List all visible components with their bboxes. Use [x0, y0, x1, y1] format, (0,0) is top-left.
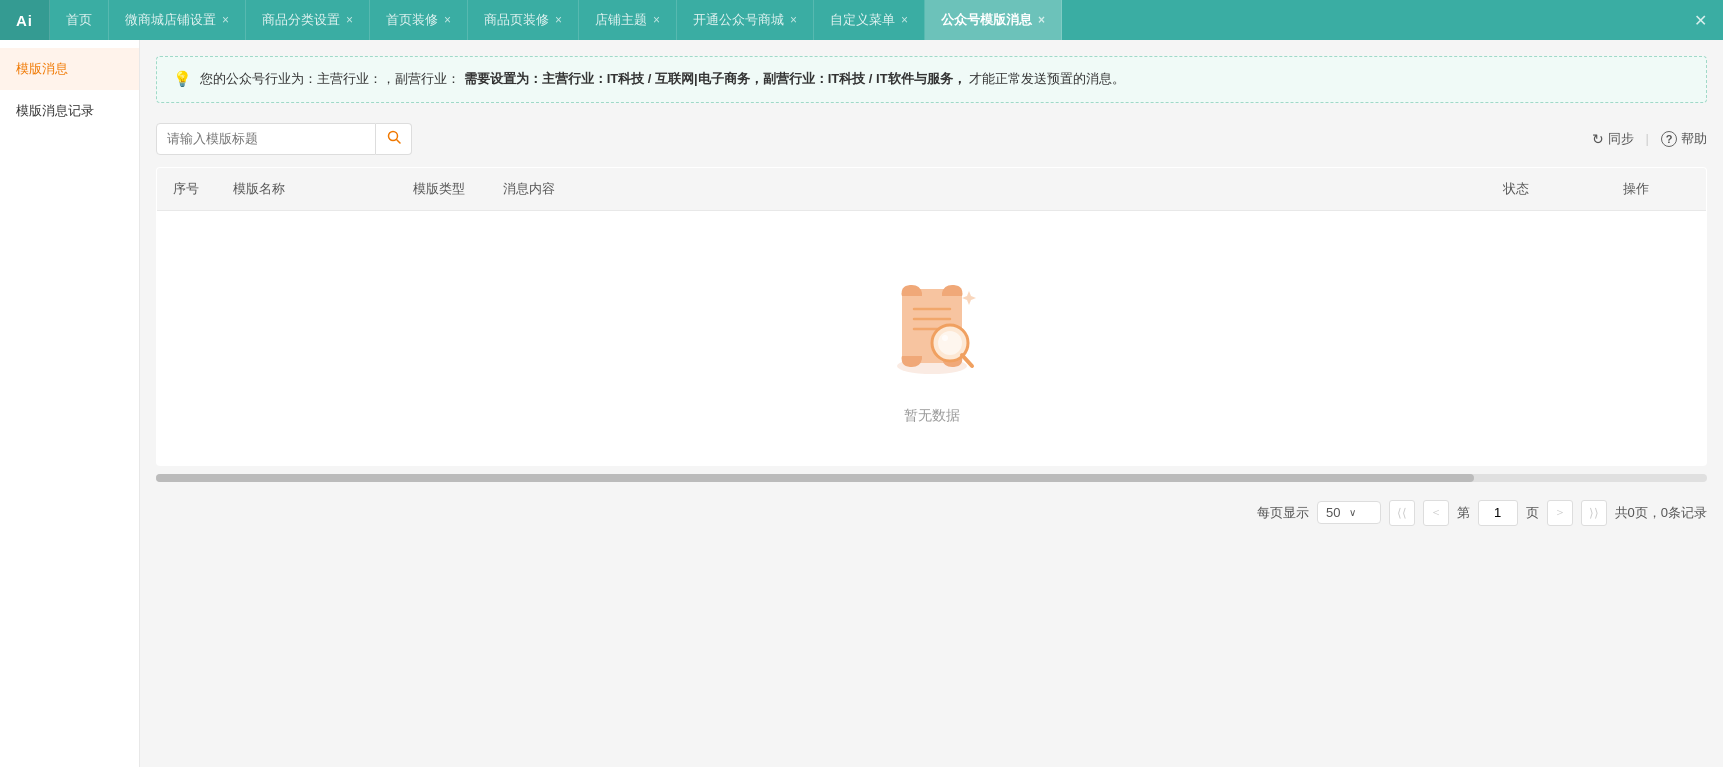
help-button[interactable]: ? 帮助	[1661, 130, 1707, 148]
help-icon: ?	[1661, 131, 1677, 147]
notice-prefix: 您的公众号行业为：主营行业：，副营行业：	[200, 71, 460, 86]
tab-open-wechat-mall[interactable]: 开通公众号商城 ×	[677, 0, 814, 40]
page-label-pre: 第	[1457, 504, 1470, 522]
notice-emphasis: 需要设置为：主营行业：IT科技 / 互联网|电子商务，副营行业：IT科技 / I…	[464, 71, 966, 86]
tab-label: 开通公众号商城	[693, 11, 784, 29]
tab-close-icon[interactable]: ×	[555, 13, 562, 27]
tab-label: 店铺主题	[595, 11, 647, 29]
tab-close-icon[interactable]: ×	[901, 13, 908, 27]
page-number-input[interactable]	[1478, 500, 1518, 526]
close-all-icon: ✕	[1694, 12, 1707, 29]
tab-homepage-decor[interactable]: 首页装修 ×	[370, 0, 468, 40]
tab-label: 首页装修	[386, 11, 438, 29]
search-bar: ↻ 同步 | ? 帮助	[156, 123, 1707, 155]
notice-icon: 💡	[173, 70, 192, 88]
empty-illustration	[872, 271, 992, 391]
total-label: 共0页，0条记录	[1615, 504, 1707, 522]
pagination: 每页显示 50 ∨ ⟨⟨ ＜ 第 页 ＞ ⟩⟩ 共0页，0条记录	[156, 490, 1707, 530]
sidebar-item-template-message-log[interactable]: 模版消息记录	[0, 90, 139, 132]
search-icon	[387, 130, 401, 147]
help-label: 帮助	[1681, 130, 1707, 148]
separator: |	[1646, 131, 1649, 146]
tab-label: 微商城店铺设置	[125, 11, 216, 29]
tab-label: 首页	[66, 11, 92, 29]
col-type: 模版类型	[397, 167, 487, 210]
page-first-button[interactable]: ⟨⟨	[1389, 500, 1415, 526]
sidebar-item-template-message[interactable]: 模版消息	[0, 48, 139, 90]
sync-icon: ↻	[1592, 131, 1604, 147]
page-last-button[interactable]: ⟩⟩	[1581, 500, 1607, 526]
tab-bar-close-button[interactable]: ✕	[1678, 11, 1723, 30]
sidebar-item-label: 模版消息	[16, 61, 68, 76]
page-next-button[interactable]: ＞	[1547, 500, 1573, 526]
sidebar-item-label: 模版消息记录	[16, 103, 94, 118]
content-area: 💡 您的公众号行业为：主营行业：，副营行业： 需要设置为：主营行业：IT科技 /…	[140, 40, 1723, 767]
tab-close-icon[interactable]: ×	[346, 13, 353, 27]
tab-label: 商品分类设置	[262, 11, 340, 29]
page-size-select[interactable]: 50 ∨	[1317, 501, 1380, 524]
tab-close-icon[interactable]: ×	[790, 13, 797, 27]
tab-product-category[interactable]: 商品分类设置 ×	[246, 0, 370, 40]
tab-bar: Ai 首页 微商城店铺设置 × 商品分类设置 × 首页装修 × 商品页装修 × …	[0, 0, 1723, 40]
col-status: 状态	[1487, 167, 1607, 210]
notice-suffix: 才能正常发送预置的消息。	[969, 71, 1125, 86]
horizontal-scrollbar[interactable]	[156, 474, 1707, 482]
tab-close-icon[interactable]: ×	[653, 13, 660, 27]
tab-weshop-settings[interactable]: 微商城店铺设置 ×	[109, 0, 246, 40]
tab-label: 公众号模版消息	[941, 11, 1032, 29]
chevron-down-icon: ∨	[1349, 507, 1356, 518]
empty-text: 暂无数据	[904, 407, 960, 425]
sync-button[interactable]: ↻ 同步	[1592, 130, 1634, 148]
tab-label: 商品页装修	[484, 11, 549, 29]
tab-shop-theme[interactable]: 店铺主题 ×	[579, 0, 677, 40]
page-label-post: 页	[1526, 504, 1539, 522]
svg-line-1	[396, 140, 400, 144]
notice-text: 您的公众号行业为：主营行业：，副营行业： 需要设置为：主营行业：IT科技 / 互…	[200, 69, 1125, 90]
tab-close-icon[interactable]: ×	[1038, 13, 1045, 27]
col-content: 消息内容	[487, 167, 1487, 210]
notice-box: 💡 您的公众号行业为：主营行业：，副营行业： 需要设置为：主营行业：IT科技 /…	[156, 56, 1707, 103]
sidebar: 模版消息 模版消息记录	[0, 40, 140, 767]
col-action: 操作	[1607, 167, 1707, 210]
col-index: 序号	[157, 167, 217, 210]
page-prev-button[interactable]: ＜	[1423, 500, 1449, 526]
tab-product-page-decor[interactable]: 商品页装修 ×	[468, 0, 579, 40]
tab-首页[interactable]: 首页	[50, 0, 109, 40]
page-size-label: 每页显示	[1257, 504, 1309, 522]
col-name: 模版名称	[217, 167, 397, 210]
sync-label: 同步	[1608, 130, 1634, 148]
page-size-value: 50	[1326, 505, 1340, 520]
data-table: 序号 模版名称 模版类型 消息内容 状态 操作	[156, 167, 1707, 466]
search-button[interactable]	[376, 123, 412, 155]
main-layout: 模版消息 模版消息记录 💡 您的公众号行业为：主营行业：，副营行业： 需要设置为…	[0, 40, 1723, 767]
svg-point-7	[938, 331, 962, 355]
toolbar-right: ↻ 同步 | ? 帮助	[1592, 130, 1707, 148]
svg-point-9	[942, 335, 948, 341]
tab-custom-menu[interactable]: 自定义菜单 ×	[814, 0, 925, 40]
tab-label: 自定义菜单	[830, 11, 895, 29]
tab-close-icon[interactable]: ×	[444, 13, 451, 27]
tab-template-message[interactable]: 公众号模版消息 ×	[925, 0, 1062, 40]
app-title: Ai	[16, 12, 33, 29]
table-header-row: 序号 模版名称 模版类型 消息内容 状态 操作	[157, 167, 1707, 210]
tab-close-icon[interactable]: ×	[222, 13, 229, 27]
empty-state: 暂无数据	[157, 211, 1706, 465]
tab-home[interactable]: Ai	[0, 0, 50, 40]
search-input[interactable]	[156, 123, 376, 155]
